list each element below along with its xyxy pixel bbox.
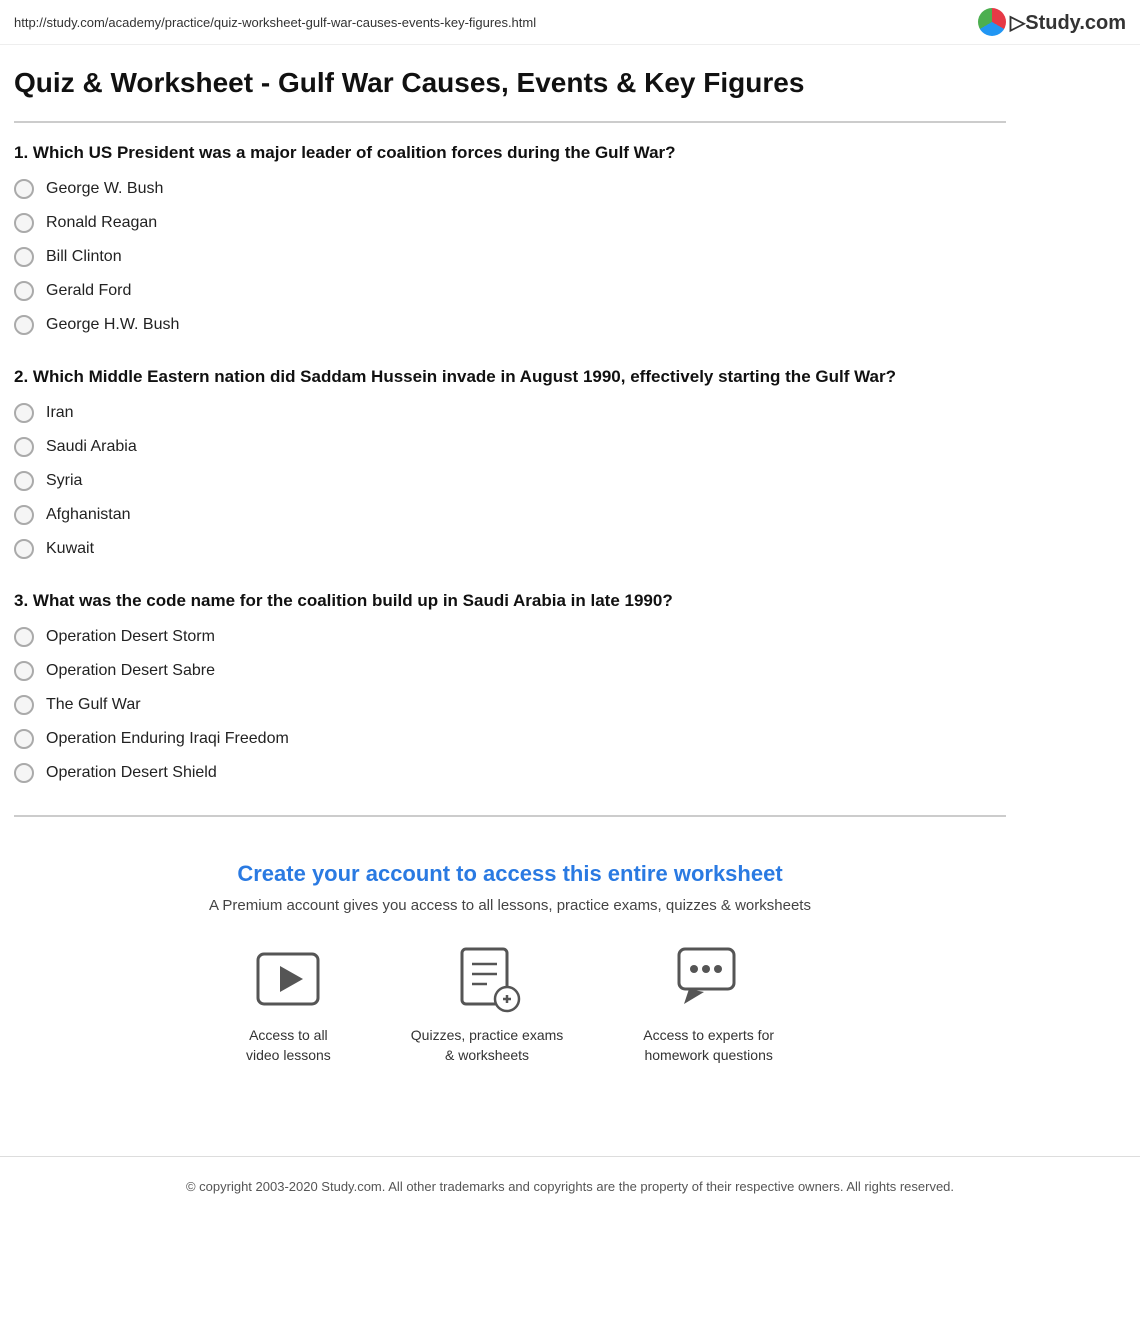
cta-subtitle: A Premium account gives you access to al… [14,897,1006,914]
option-row[interactable]: Syria [14,471,1006,491]
chat-icon [674,944,744,1014]
option-label: Ronald Reagan [46,214,157,232]
feature-chat-label: Access to experts forhomework questions [643,1026,774,1065]
radio-q1-opt3[interactable] [14,247,34,267]
cta-section: Create your account to access this entir… [14,841,1006,1115]
option-row[interactable]: The Gulf War [14,695,1006,715]
option-label: The Gulf War [46,696,141,714]
radio-q1-opt2[interactable] [14,213,34,233]
radio-q1-opt5[interactable] [14,315,34,335]
radio-q3-opt2[interactable] [14,661,34,681]
bottom-divider [14,815,1006,817]
option-row[interactable]: Operation Desert Shield [14,763,1006,783]
radio-q2-opt3[interactable] [14,471,34,491]
option-row[interactable]: Gerald Ford [14,281,1006,301]
option-row[interactable]: Afghanistan [14,505,1006,525]
footer-text: © copyright 2003-2020 Study.com. All oth… [186,1179,954,1194]
page-title: Quiz & Worksheet - Gulf War Causes, Even… [14,65,1006,101]
url-text: http://study.com/academy/practice/quiz-w… [14,15,536,30]
option-row[interactable]: Bill Clinton [14,247,1006,267]
feature-quiz: Quizzes, practice exams& worksheets [411,944,564,1065]
option-label: Operation Desert Shield [46,764,217,782]
logo-icon [978,8,1006,36]
radio-q2-opt2[interactable] [14,437,34,457]
radio-q3-opt1[interactable] [14,627,34,647]
video-icon [253,944,323,1014]
radio-q2-opt1[interactable] [14,403,34,423]
logo-text: ▷Study.com [1010,10,1126,35]
page-container: Quiz & Worksheet - Gulf War Causes, Even… [0,45,1020,1156]
url-bar: http://study.com/academy/practice/quiz-w… [0,0,1140,45]
feature-chat: Access to experts forhomework questions [643,944,774,1065]
option-row[interactable]: George H.W. Bush [14,315,1006,335]
option-label: Operation Desert Sabre [46,662,215,680]
option-row[interactable]: George W. Bush [14,179,1006,199]
option-label: Gerald Ford [46,282,131,300]
question-1-text: 1. Which US President was a major leader… [14,143,1006,163]
option-label: Kuwait [46,540,94,558]
option-label: Operation Desert Storm [46,628,215,646]
radio-q1-opt4[interactable] [14,281,34,301]
option-label: George H.W. Bush [46,316,179,334]
question-1: 1. Which US President was a major leader… [14,143,1006,335]
radio-q1-opt1[interactable] [14,179,34,199]
option-row[interactable]: Operation Enduring Iraqi Freedom [14,729,1006,749]
feature-quiz-label: Quizzes, practice exams& worksheets [411,1026,564,1065]
logo: ▷Study.com [978,8,1126,36]
footer: © copyright 2003-2020 Study.com. All oth… [0,1156,1140,1218]
feature-video-label: Access to allvideo lessons [246,1026,331,1065]
option-row[interactable]: Kuwait [14,539,1006,559]
option-label: Saudi Arabia [46,438,137,456]
option-label: Bill Clinton [46,248,122,266]
option-row[interactable]: Iran [14,403,1006,423]
question-2: 2. Which Middle Eastern nation did Sadda… [14,367,1006,559]
question-3-text: 3. What was the code name for the coalit… [14,591,1006,611]
features-row: Access to allvideo lessons Quizzes, prac… [14,944,1006,1065]
option-row[interactable]: Saudi Arabia [14,437,1006,457]
title-divider [14,121,1006,123]
quiz-icon [452,944,522,1014]
option-label: George W. Bush [46,180,163,198]
radio-q2-opt5[interactable] [14,539,34,559]
option-label: Operation Enduring Iraqi Freedom [46,730,289,748]
question-3: 3. What was the code name for the coalit… [14,591,1006,783]
option-row[interactable]: Ronald Reagan [14,213,1006,233]
option-label: Iran [46,404,74,422]
radio-q3-opt3[interactable] [14,695,34,715]
option-label: Syria [46,472,82,490]
option-label: Afghanistan [46,506,131,524]
feature-video: Access to allvideo lessons [246,944,331,1065]
option-row[interactable]: Operation Desert Storm [14,627,1006,647]
question-2-text: 2. Which Middle Eastern nation did Sadda… [14,367,1006,387]
cta-title: Create your account to access this entir… [14,861,1006,887]
radio-q2-opt4[interactable] [14,505,34,525]
radio-q3-opt5[interactable] [14,763,34,783]
option-row[interactable]: Operation Desert Sabre [14,661,1006,681]
radio-q3-opt4[interactable] [14,729,34,749]
